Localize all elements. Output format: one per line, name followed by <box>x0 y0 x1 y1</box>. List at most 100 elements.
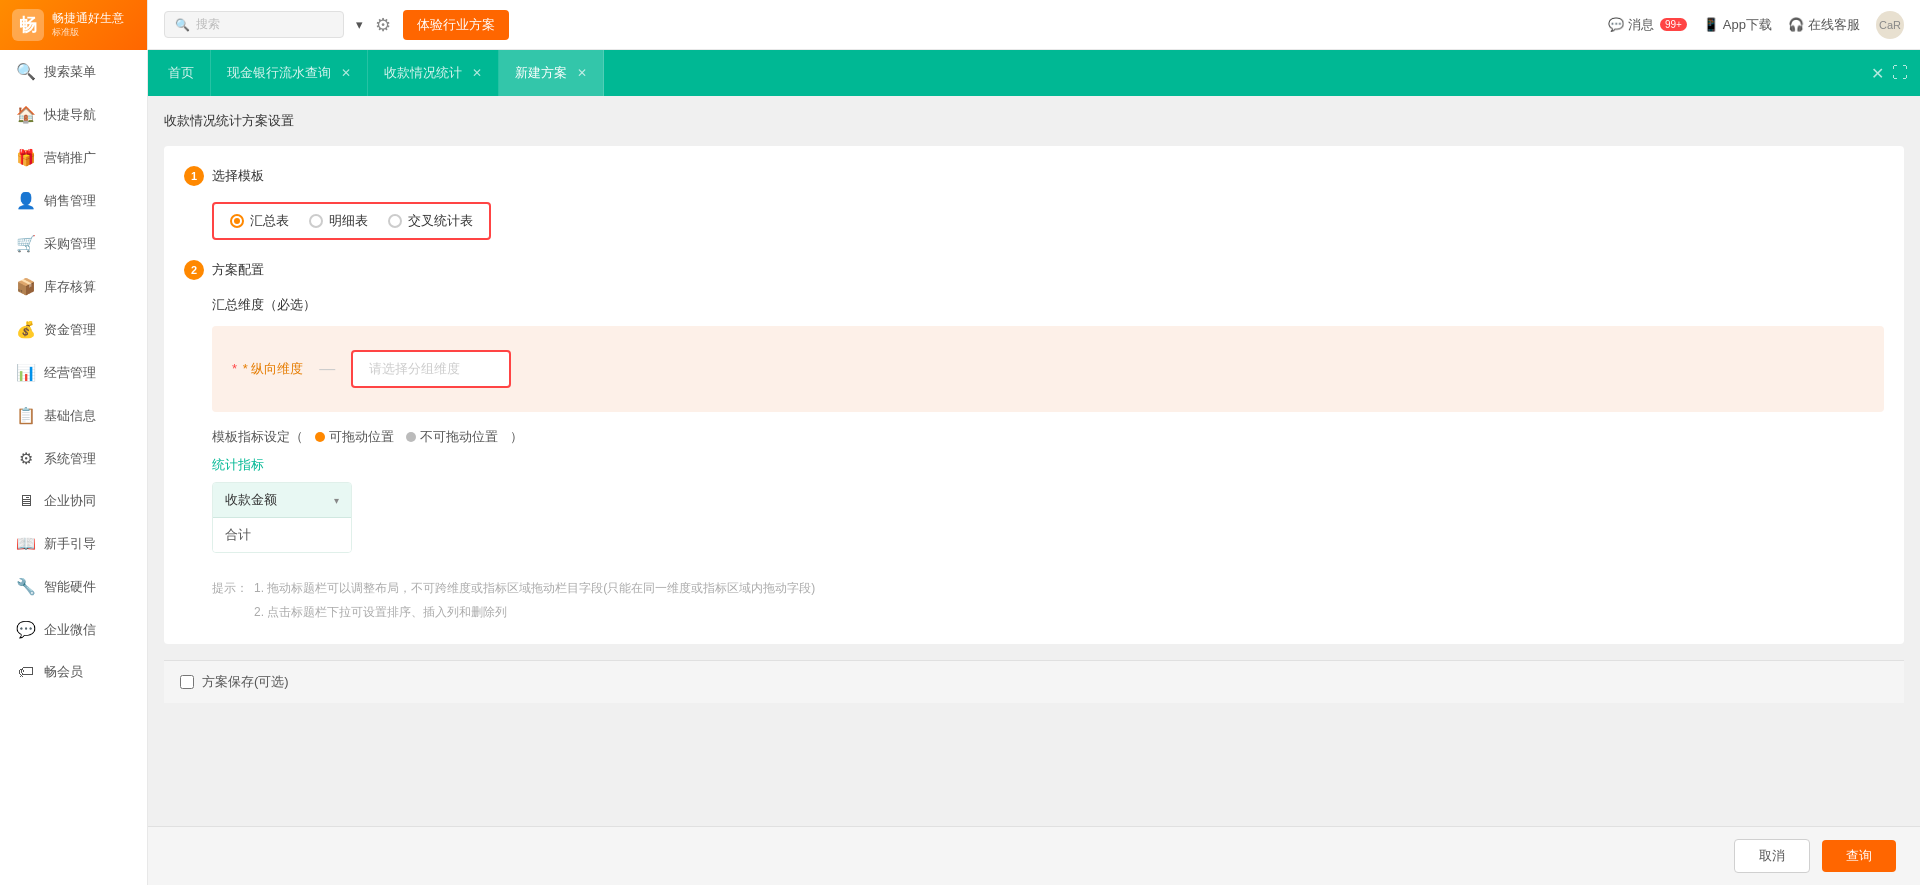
dimension-title: 汇总维度（必选） <box>212 296 1884 314</box>
app-icon: 📱 <box>1703 17 1719 32</box>
save-label: 方案保存(可选) <box>202 673 289 691</box>
radio-cross[interactable]: 交叉统计表 <box>388 212 473 230</box>
sidebar: 畅 畅捷通好生意 标准版 🔍 搜索菜单 🏠 快捷导航 🎁 营销推广 👤 销售管理… <box>0 0 148 885</box>
step1-badge: 1 <box>184 166 204 186</box>
tab-new-plan[interactable]: 新建方案 ✕ <box>499 50 604 96</box>
step2-badge: 2 <box>184 260 204 280</box>
trial-btn[interactable]: 体验行业方案 <box>403 10 509 40</box>
avatar[interactable]: CaR <box>1876 11 1904 39</box>
dimension-select[interactable]: 请选择分组维度 <box>351 350 511 388</box>
draggable-indicator: 可拖动位置 <box>315 428 394 446</box>
app-download-btn[interactable]: 📱 App下载 <box>1703 16 1772 34</box>
radio-summary[interactable]: 汇总表 <box>230 212 289 230</box>
home-icon: 🏠 <box>16 105 36 124</box>
radio-detail-circle <box>309 214 323 228</box>
service-btn[interactable]: 🎧 在线客服 <box>1788 16 1860 34</box>
dimension-row: * * 纵向维度 — 请选择分组维度 <box>232 350 1864 388</box>
sidebar-item-purchase[interactable]: 🛒 采购管理 <box>0 222 147 265</box>
cancel-button[interactable]: 取消 <box>1734 839 1810 873</box>
sidebar-item-quick-nav[interactable]: 🏠 快捷导航 <box>0 93 147 136</box>
tab-home[interactable]: 首页 <box>148 50 211 96</box>
marketing-icon: 🎁 <box>16 148 36 167</box>
logo-icon: 畅 <box>12 9 44 41</box>
search-menu-icon: 🔍 <box>16 62 36 81</box>
topbar-right: 💬 消息 99+ 📱 App下载 🎧 在线客服 CaR <box>1608 11 1904 39</box>
footer-actions: 取消 查询 <box>148 826 1920 885</box>
messages-btn[interactable]: 💬 消息 99+ <box>1608 16 1687 34</box>
close-new-plan-icon[interactable]: ✕ <box>577 66 587 80</box>
metrics-header: 模板指标设定（ 可拖动位置 不可拖动位置 ） <box>212 428 1884 446</box>
template-options: 汇总表 明细表 交叉统计表 <box>212 202 491 240</box>
step1-label: 选择模板 <box>212 167 264 185</box>
tab-actions: ✕ ⛶ <box>1859 50 1920 96</box>
close-receipt-stats-icon[interactable]: ✕ <box>472 66 482 80</box>
topbar-dropdown[interactable]: ▾ <box>356 17 363 32</box>
stats-label: 统计指标 <box>212 456 1884 474</box>
step2-label: 方案配置 <box>212 261 264 279</box>
arrow-icon: — <box>319 360 335 378</box>
metrics-section: 模板指标设定（ 可拖动位置 不可拖动位置 ） 统计指标 <box>212 428 1884 556</box>
tips-section: 提示： 1. 拖动标题栏可以调整布局，不可跨维度或指标区域拖动栏目字段(只能在同… <box>212 576 1884 624</box>
minimize-icon[interactable]: ✕ <box>1871 64 1884 83</box>
tab-receipt-stats[interactable]: 收款情况统计 ✕ <box>368 50 499 96</box>
service-icon: 🎧 <box>1788 17 1804 32</box>
maximize-icon[interactable]: ⛶ <box>1892 64 1908 82</box>
sidebar-item-search-menu[interactable]: 🔍 搜索菜单 <box>0 50 147 93</box>
sidebar-item-enterprise[interactable]: 🖥 企业协同 <box>0 480 147 522</box>
wechat-icon: 💬 <box>16 620 36 639</box>
sidebar-item-marketing[interactable]: 🎁 营销推广 <box>0 136 147 179</box>
metrics-title-suffix: ） <box>510 428 523 446</box>
topbar: 🔍 搜索 ▾ ⚙ 体验行业方案 💬 消息 99+ 📱 App下载 🎧 在线客服 … <box>148 0 1920 50</box>
required-star: * <box>232 361 237 376</box>
tab-bank-flow[interactable]: 现金银行流水查询 ✕ <box>211 50 368 96</box>
save-checkbox[interactable] <box>180 675 194 689</box>
inventory-icon: 📦 <box>16 277 36 296</box>
metrics-title-prefix: 模板指标设定（ <box>212 428 303 446</box>
tips-label: 提示： <box>212 576 248 600</box>
finance-icon: 💰 <box>16 320 36 339</box>
step2-row: 2 方案配置 <box>184 260 1884 280</box>
sidebar-item-system[interactable]: ⚙ 系统管理 <box>0 437 147 480</box>
chevron-down-icon: ▾ <box>356 17 363 32</box>
non-draggable-indicator: 不可拖动位置 <box>406 428 498 446</box>
member-icon: 🏷 <box>16 663 36 681</box>
step2-content: 汇总维度（必选） * * 纵向维度 — 请选择分组维度 <box>212 296 1884 624</box>
drag-dot-orange <box>315 432 325 442</box>
vertical-dim-label: * * 纵向维度 <box>232 360 303 378</box>
search-box[interactable]: 🔍 搜索 <box>164 11 344 38</box>
save-section: 方案保存(可选) <box>164 660 1904 703</box>
chevron-down-icon: ▾ <box>334 495 339 506</box>
dimension-area: * * 纵向维度 — 请选择分组维度 <box>212 326 1884 412</box>
logo-text: 畅捷通好生意 标准版 <box>52 11 124 40</box>
page-content: 收款情况统计方案设置 1 选择模板 汇总表 明细表 <box>148 96 1920 826</box>
radio-detail[interactable]: 明细表 <box>309 212 368 230</box>
main-card: 1 选择模板 汇总表 明细表 <box>164 146 1904 644</box>
sales-icon: 👤 <box>16 191 36 210</box>
sidebar-item-inventory[interactable]: 📦 库存核算 <box>0 265 147 308</box>
metrics-table-header[interactable]: 收款金额 ▾ <box>213 483 351 518</box>
message-icon: 💬 <box>1608 17 1624 32</box>
sidebar-item-hardware[interactable]: 🔧 智能硬件 <box>0 565 147 608</box>
close-bank-flow-icon[interactable]: ✕ <box>341 66 351 80</box>
nav-tabs: 首页 现金银行流水查询 ✕ 收款情况统计 ✕ 新建方案 ✕ ✕ ⛶ <box>148 50 1920 96</box>
tip-row-1: 提示： 1. 拖动标题栏可以调整布局，不可跨维度或指标区域拖动栏目字段(只能在同… <box>212 576 1884 600</box>
sidebar-item-sales[interactable]: 👤 销售管理 <box>0 179 147 222</box>
operation-icon: 📊 <box>16 363 36 382</box>
sidebar-item-wechat[interactable]: 💬 企业微信 <box>0 608 147 651</box>
content-area: 收款情况统计方案设置 1 选择模板 汇总表 明细表 <box>148 96 1920 885</box>
sidebar-logo: 畅 畅捷通好生意 标准版 <box>0 0 147 50</box>
sidebar-item-operation[interactable]: 📊 经营管理 <box>0 351 147 394</box>
metrics-table: 收款金额 ▾ 合计 <box>212 482 352 553</box>
sidebar-item-guide[interactable]: 📖 新手引导 <box>0 522 147 565</box>
main-area: 🔍 搜索 ▾ ⚙ 体验行业方案 💬 消息 99+ 📱 App下载 🎧 在线客服 … <box>148 0 1920 885</box>
query-button[interactable]: 查询 <box>1822 840 1896 872</box>
sidebar-item-finance[interactable]: 💰 资金管理 <box>0 308 147 351</box>
sidebar-item-member[interactable]: 🏷 畅会员 <box>0 651 147 693</box>
radio-cross-circle <box>388 214 402 228</box>
basic-info-icon: 📋 <box>16 406 36 425</box>
system-icon: ⚙ <box>16 449 36 468</box>
settings-icon[interactable]: ⚙ <box>375 14 391 36</box>
sidebar-item-basic-info[interactable]: 📋 基础信息 <box>0 394 147 437</box>
hardware-icon: 🔧 <box>16 577 36 596</box>
tip-row-2: 提示： 2. 点击标题栏下拉可设置排序、插入列和删除列 <box>212 600 1884 624</box>
